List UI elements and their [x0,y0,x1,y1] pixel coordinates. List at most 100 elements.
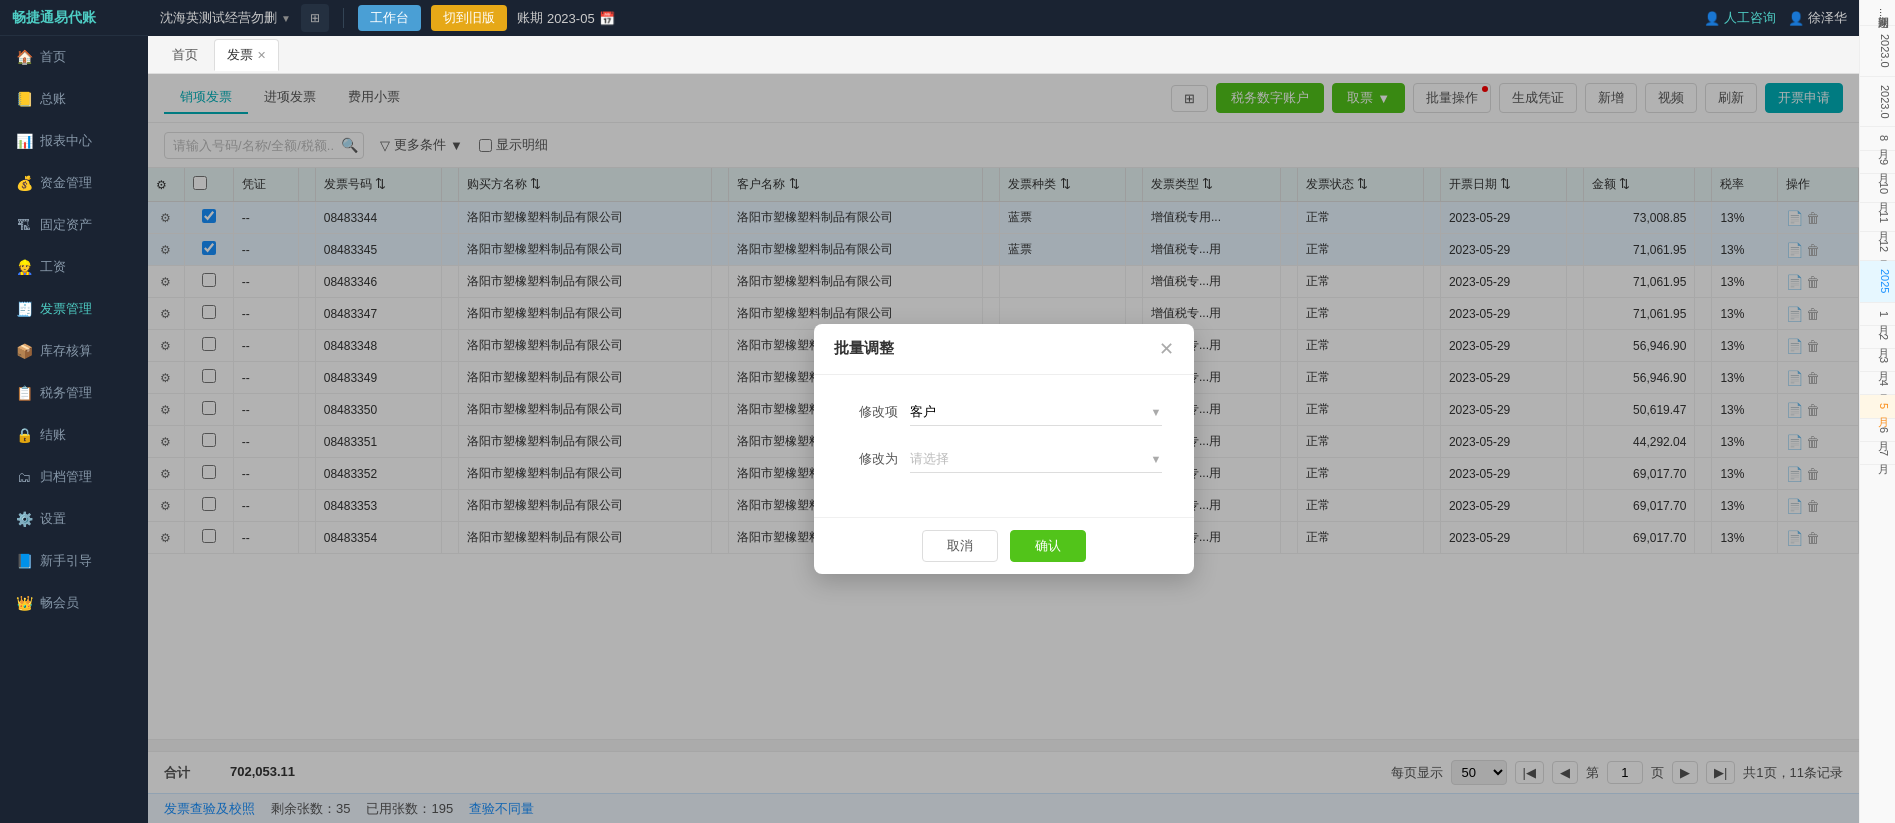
app-logo: 畅捷通易代账 [12,9,96,27]
workspace-btn[interactable]: 工作台 [358,5,421,31]
sidebar-icon-0: 🏠 [16,49,32,65]
sidebar-item-畅会员[interactable]: 👑 畅会员 [0,582,148,624]
period-item-15[interactable]: 7月 [1860,442,1895,465]
sidebar-item-发票管理[interactable]: 🧾 发票管理 [0,288,148,330]
modal-body: 修改项 客户 ▼ 修改为 请选择 ▼ [814,375,1194,517]
modify-field-value: 客户 [910,403,936,421]
modal-row-field: 修改项 客户 ▼ [846,399,1162,426]
sidebar-item-首页[interactable]: 🏠 首页 [0,36,148,78]
period-item-10[interactable]: 2月 [1860,326,1895,349]
page-content: 销项发票 进项发票 费用小票 ⊞ 税务数字账户 取票 ▼ 批量操作 生成凭证 新… [148,74,1859,823]
modal-overlay: 批量调整 ✕ 修改项 客户 ▼ 修改为 [148,74,1859,823]
company-icon-btn[interactable]: ⊞ [301,4,329,32]
period-item-0[interactable]: 期间速... [1860,0,1895,26]
period-item-8[interactable]: 2025 [1860,261,1895,302]
sidebar-label-12: 新手引导 [40,552,92,570]
tab-invoice-close[interactable]: ✕ [257,49,266,62]
modify-field-label: 修改项 [846,403,898,421]
period-item-14[interactable]: 6月 [1860,419,1895,442]
logo-area: 畅捷通易代账 [0,0,148,36]
sidebar-item-资金管理[interactable]: 💰 资金管理 [0,162,148,204]
service-icon: 👤 [1704,11,1720,26]
company-arrow-icon: ▼ [281,13,291,24]
modify-to-placeholder: 请选择 [910,450,949,468]
sidebar-icon-7: 📦 [16,343,32,359]
sidebar-item-归档管理[interactable]: 🗂 归档管理 [0,456,148,498]
sidebar-item-工资[interactable]: 👷 工资 [0,246,148,288]
field-select-arrow-icon: ▼ [1151,406,1162,418]
sidebar-icon-4: 🏗 [16,217,32,233]
sidebar-label-5: 工资 [40,258,66,276]
period-item-12[interactable]: 4月 [1860,372,1895,395]
cancel-btn[interactable]: 取消 [922,530,998,562]
period-item-2[interactable]: 2023.0 [1860,77,1895,128]
sidebar-item-报表中心[interactable]: 📊 报表中心 [0,120,148,162]
period-item-9[interactable]: 1月 [1860,303,1895,326]
sidebar-icon-1: 📒 [16,91,32,107]
period-item-1[interactable]: 2023.0 [1860,26,1895,77]
sidebar-icon-3: 💰 [16,175,32,191]
user-info[interactable]: 👤 徐泽华 [1788,9,1847,27]
sidebar-label-13: 畅会员 [40,594,79,612]
period-item-6[interactable]: 11月 [1860,203,1895,232]
sidebar-icon-9: 🔒 [16,427,32,443]
modify-field-select[interactable]: 客户 ▼ [910,399,1162,426]
modal-footer: 取消 确认 [814,517,1194,574]
user-name: 徐泽华 [1808,9,1847,27]
sidebar-label-3: 资金管理 [40,174,92,192]
period-item-5[interactable]: 10月 [1860,174,1895,203]
company-name: 沈海英测试经营勿删 [160,9,277,27]
sidebar-label-0: 首页 [40,48,66,66]
user-avatar-icon: 👤 [1788,11,1804,26]
modal-title: 批量调整 [834,339,894,358]
period-item-7[interactable]: 12月 [1860,232,1895,261]
sidebar-item-固定资产[interactable]: 🏗 固定资产 [0,204,148,246]
sidebar-label-7: 库存核算 [40,342,92,360]
service-btn[interactable]: 👤 人工咨询 [1704,9,1776,27]
period-item-13[interactable]: 5月 [1860,395,1895,418]
period-item-4[interactable]: 9月 [1860,151,1895,174]
modal-header: 批量调整 ✕ [814,324,1194,375]
sidebar-icon-11: ⚙️ [16,511,32,527]
content-tabs: 首页 发票 ✕ [148,36,1859,74]
company-selector[interactable]: 沈海英测试经营勿删 ▼ [160,9,291,27]
confirm-btn[interactable]: 确认 [1010,530,1086,562]
service-label: 人工咨询 [1724,9,1776,27]
sidebar-icon-13: 👑 [16,595,32,611]
modify-to-select[interactable]: 请选择 ▼ [910,446,1162,473]
sidebar-item-总账[interactable]: 📒 总账 [0,78,148,120]
to-select-arrow-icon: ▼ [1151,453,1162,465]
sidebar-label-1: 总账 [40,90,66,108]
batch-adjust-modal: 批量调整 ✕ 修改项 客户 ▼ 修改为 [814,324,1194,574]
topbar: 沈海英测试经营勿删 ▼ ⊞ 工作台 切到旧版 账期 2023-05 📅 👤 人工… [148,0,1859,36]
sidebar-icon-6: 🧾 [16,301,32,317]
modify-to-label: 修改为 [846,450,898,468]
tab-home-label: 首页 [172,46,198,64]
topbar-right: 👤 人工咨询 👤 徐泽华 [1704,9,1847,27]
period-label: 账期 [517,9,543,27]
sidebar: 畅捷通易代账 🏠 首页 📒 总账 📊 报表中心 💰 资金管理 🏗 固定资产 👷 … [0,0,148,823]
period-value: 2023-05 [547,11,595,26]
tab-home[interactable]: 首页 [160,40,210,70]
sidebar-icon-12: 📘 [16,553,32,569]
sidebar-label-4: 固定资产 [40,216,92,234]
sidebar-item-新手引导[interactable]: 📘 新手引导 [0,540,148,582]
tab-invoice[interactable]: 发票 ✕ [214,39,279,71]
sidebar-label-2: 报表中心 [40,132,92,150]
period-item-3[interactable]: 8月 [1860,127,1895,150]
sidebar-item-库存核算[interactable]: 📦 库存核算 [0,330,148,372]
calendar-icon[interactable]: 📅 [599,11,615,26]
sidebar-icon-5: 👷 [16,259,32,275]
sidebar-item-结账[interactable]: 🔒 结账 [0,414,148,456]
sidebar-item-税务管理[interactable]: 📋 税务管理 [0,372,148,414]
sidebar-label-11: 设置 [40,510,66,528]
sidebar-icon-10: 🗂 [16,469,32,485]
modal-close-icon[interactable]: ✕ [1159,338,1174,360]
sidebar-item-设置[interactable]: ⚙️ 设置 [0,498,148,540]
sidebar-icon-8: 📋 [16,385,32,401]
sidebar-icon-2: 📊 [16,133,32,149]
modal-row-to: 修改为 请选择 ▼ [846,446,1162,473]
switch-version-btn[interactable]: 切到旧版 [431,5,507,31]
divider [343,8,344,28]
period-item-11[interactable]: 3月 [1860,349,1895,372]
